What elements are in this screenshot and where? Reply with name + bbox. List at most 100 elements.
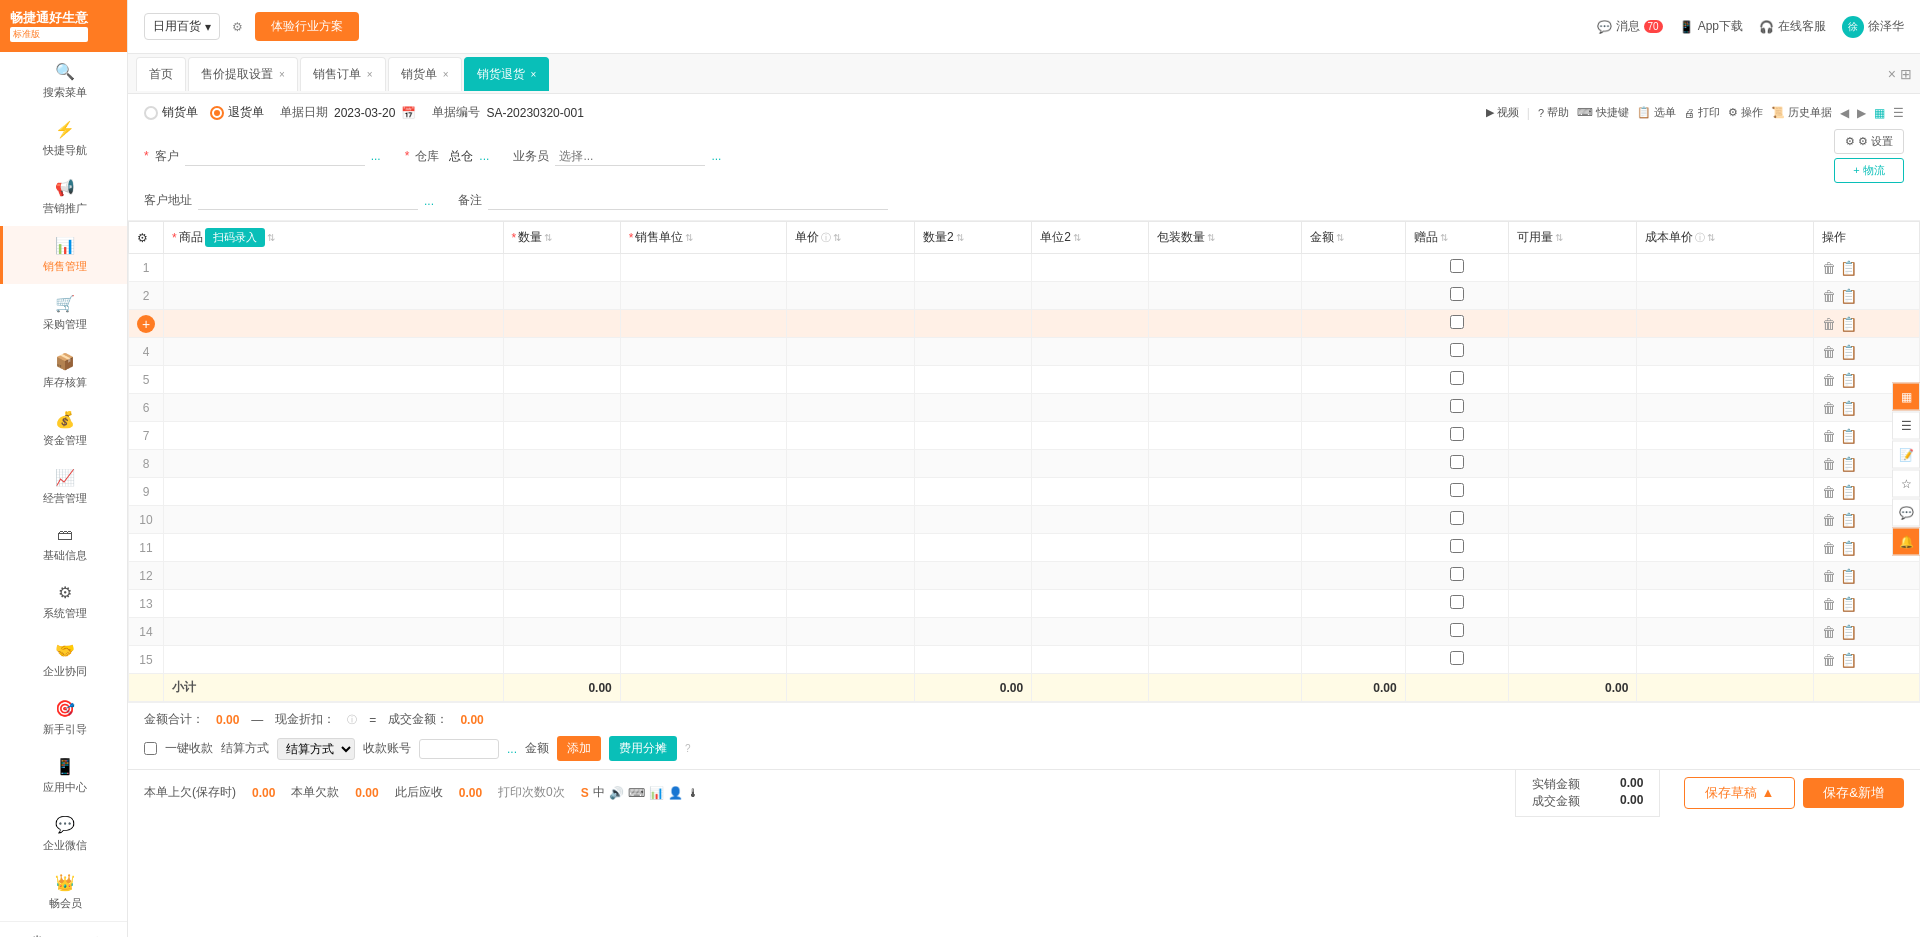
row11-copy-icon[interactable]: 📋 xyxy=(1840,540,1857,556)
online-service-item[interactable]: 🎧 在线客服 xyxy=(1759,18,1826,35)
video-btn[interactable]: ▶ 视频 xyxy=(1486,105,1519,120)
row1-qty[interactable] xyxy=(503,254,620,282)
row3-sale-unit[interactable] xyxy=(620,310,786,338)
salesperson-lookup-btn[interactable]: ... xyxy=(711,149,721,163)
row3-pack-qty[interactable] xyxy=(1149,310,1301,338)
sidebar-settings-icon[interactable]: ⚙ xyxy=(30,932,44,937)
row2-qty2[interactable] xyxy=(914,282,1031,310)
shortcut-btn[interactable]: ⌨ 快捷键 xyxy=(1577,105,1629,120)
row2-delete-icon[interactable]: 🗑 xyxy=(1822,288,1836,304)
row11-delete-icon[interactable]: 🗑 xyxy=(1822,540,1836,556)
row3-available[interactable] xyxy=(1509,310,1637,338)
app-download-item[interactable]: 📱 App下载 xyxy=(1679,18,1743,35)
history-btn[interactable]: 📜 历史单据 xyxy=(1771,105,1832,120)
warehouse-lookup-btn[interactable]: ... xyxy=(479,149,489,163)
row8-copy-icon[interactable]: 📋 xyxy=(1840,456,1857,472)
row2-unit-price[interactable] xyxy=(786,282,914,310)
row11-gift-checkbox[interactable] xyxy=(1450,539,1464,553)
row6-gift-checkbox[interactable] xyxy=(1450,399,1464,413)
sort-gift-icon[interactable]: ⇅ xyxy=(1440,232,1448,243)
row2-available[interactable] xyxy=(1509,282,1637,310)
sidebar-item-inventory[interactable]: 📦 库存核算 xyxy=(0,342,127,400)
row3-delete-icon[interactable]: 🗑 xyxy=(1822,316,1836,332)
row9-gift-checkbox[interactable] xyxy=(1450,483,1464,497)
sidebar-item-operations[interactable]: 📈 经营管理 xyxy=(0,458,127,516)
sort-goods-icon[interactable]: ⇅ xyxy=(267,232,275,243)
note-input[interactable] xyxy=(488,191,888,210)
row6-copy-icon[interactable]: 📋 xyxy=(1840,400,1857,416)
row7-delete-icon[interactable]: 🗑 xyxy=(1822,428,1836,444)
row10-delete-icon[interactable]: 🗑 xyxy=(1822,512,1836,528)
sidebar-item-sales-mgmt[interactable]: 📊 销售管理 xyxy=(0,226,127,284)
right-float-note-btn[interactable]: 📝 xyxy=(1892,440,1920,468)
tab-sale-bill[interactable]: 销货单 × xyxy=(388,57,462,91)
row3-unit2[interactable] xyxy=(1032,310,1149,338)
row3-unit-price[interactable] xyxy=(786,310,914,338)
row7-copy-icon[interactable]: 📋 xyxy=(1840,428,1857,444)
message-item[interactable]: 💬 消息 70 xyxy=(1597,18,1663,35)
sidebar-item-finance[interactable]: 💰 资金管理 xyxy=(0,400,127,458)
row3-qty2[interactable] xyxy=(914,310,1031,338)
sidebar-item-marketing[interactable]: 📢 营销推广 xyxy=(0,168,127,226)
row3-gift[interactable] xyxy=(1405,310,1509,338)
sidebar-item-basic-info[interactable]: 🗃 基础信息 xyxy=(0,516,127,573)
row3-cost-price[interactable] xyxy=(1637,310,1814,338)
save-draft-btn[interactable]: 保存草稿 ▲ xyxy=(1684,777,1795,809)
row2-cost-price[interactable] xyxy=(1637,282,1814,310)
row1-goods-input[interactable] xyxy=(172,261,495,275)
row14-copy-icon[interactable]: 📋 xyxy=(1840,624,1857,640)
row3-copy-icon[interactable]: 📋 xyxy=(1840,316,1857,332)
calendar-icon[interactable]: 📅 xyxy=(401,106,416,120)
row14-delete-icon[interactable]: 🗑 xyxy=(1822,624,1836,640)
radio-sale-bill[interactable]: 销货单 xyxy=(144,104,198,121)
save-new-btn[interactable]: 保存&新增 xyxy=(1803,778,1904,808)
row2-sale-unit[interactable] xyxy=(620,282,786,310)
add-payment-btn[interactable]: 添加 xyxy=(557,736,601,761)
row1-sale-unit[interactable] xyxy=(620,254,786,282)
row1-gift[interactable] xyxy=(1405,254,1509,282)
sort-available-icon[interactable]: ⇅ xyxy=(1555,232,1563,243)
row1-unit-price[interactable] xyxy=(786,254,914,282)
account-input[interactable] xyxy=(419,739,499,759)
sort-unit2-icon[interactable]: ⇅ xyxy=(1073,232,1081,243)
row1-gift-checkbox[interactable] xyxy=(1450,259,1464,273)
row4-delete-icon[interactable]: 🗑 xyxy=(1822,344,1836,360)
tab-sale-return[interactable]: 销货退货 × xyxy=(464,57,550,91)
row8-delete-icon[interactable]: 🗑 xyxy=(1822,456,1836,472)
row4-gift-checkbox[interactable] xyxy=(1450,343,1464,357)
right-float-bell-btn[interactable]: 🔔 xyxy=(1892,527,1920,555)
row2-qty[interactable] xyxy=(503,282,620,310)
right-float-star-btn[interactable]: ☆ xyxy=(1892,469,1920,497)
row6-delete-icon[interactable]: 🗑 xyxy=(1822,400,1836,416)
sort-qty2-icon[interactable]: ⇅ xyxy=(956,232,964,243)
sidebar-item-purchase-mgmt[interactable]: 🛒 采购管理 xyxy=(0,284,127,342)
tab-sale-order-close[interactable]: × xyxy=(367,69,373,80)
sidebar-item-new-guide[interactable]: 🎯 新手引导 xyxy=(0,689,127,747)
row2-gift[interactable] xyxy=(1405,282,1509,310)
row1-delete-icon[interactable]: 🗑 xyxy=(1822,260,1836,276)
expense-btn[interactable]: 费用分摊 xyxy=(609,736,677,761)
col-config-th[interactable]: ⚙ xyxy=(129,222,164,254)
experience-btn[interactable]: 体验行业方案 xyxy=(255,12,359,41)
row13-delete-icon[interactable]: 🗑 xyxy=(1822,596,1836,612)
row8-gift-checkbox[interactable] xyxy=(1450,455,1464,469)
sidebar-item-corp-wechat[interactable]: 💬 企业微信 xyxy=(0,805,127,863)
radio-return-bill[interactable]: 退货单 xyxy=(210,104,264,121)
sort-pack-qty-icon[interactable]: ⇅ xyxy=(1207,232,1215,243)
sidebar-item-search-menu[interactable]: 🔍 搜索菜单 xyxy=(0,52,127,110)
tab-expand-btn[interactable]: ⊞ xyxy=(1900,66,1912,82)
row9-copy-icon[interactable]: 📋 xyxy=(1840,484,1857,500)
row5-copy-icon[interactable]: 📋 xyxy=(1840,372,1857,388)
row12-copy-icon[interactable]: 📋 xyxy=(1840,568,1857,584)
select-btn[interactable]: 📋 选单 xyxy=(1637,105,1676,120)
sidebar-collapse-icon[interactable]: ◀ xyxy=(85,932,97,937)
tab-sale-order[interactable]: 销售订单 × xyxy=(300,57,386,91)
tab-sale-bill-close[interactable]: × xyxy=(443,69,449,80)
cash-discount-info-icon[interactable]: ⓘ xyxy=(347,713,357,727)
account-lookup-btn[interactable]: ... xyxy=(507,742,517,756)
right-float-msg-btn[interactable]: 💬 xyxy=(1892,498,1920,526)
row3-goods-input[interactable] xyxy=(172,317,495,331)
sort-sale-unit-icon[interactable]: ⇅ xyxy=(685,232,693,243)
industry-select[interactable]: 日用百货 ▾ xyxy=(144,13,220,40)
sort-unit-price-icon[interactable]: ⇅ xyxy=(833,232,841,243)
